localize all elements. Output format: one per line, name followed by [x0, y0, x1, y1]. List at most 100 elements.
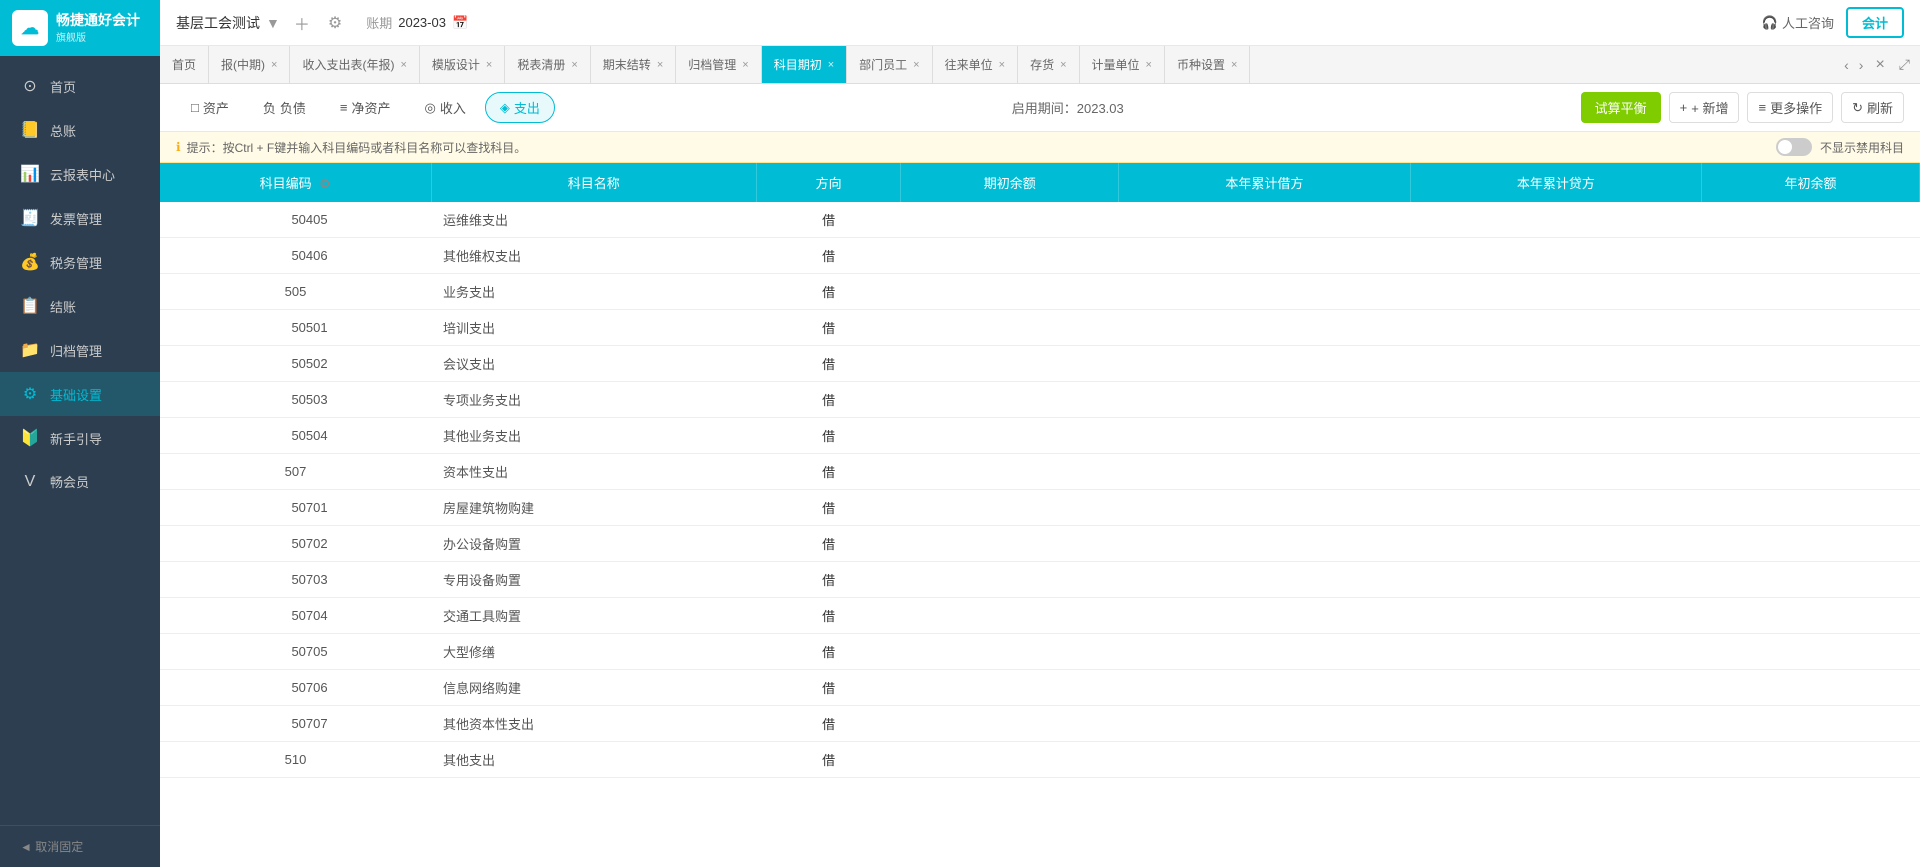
tab-currency-close[interactable]: ×: [1231, 59, 1237, 71]
more-btn[interactable]: ≡ 更多操作: [1747, 92, 1833, 123]
refresh-icon: ↻: [1852, 100, 1863, 116]
table-row[interactable]: 50702办公设备购置借: [160, 526, 1920, 562]
tab-period-end[interactable]: 期末结转 ×: [591, 46, 676, 84]
sidebar-item-home[interactable]: ⊙ 首页: [0, 64, 160, 108]
tab-interim[interactable]: 报(中期) ×: [209, 46, 290, 84]
table-row[interactable]: 505业务支出借: [160, 274, 1920, 310]
tab-interim-close[interactable]: ×: [271, 59, 277, 71]
calendar-icon[interactable]: 📅: [452, 15, 468, 31]
tab-supplier[interactable]: 往来单位 ×: [933, 46, 1018, 84]
add-company-btn[interactable]: ＋: [290, 7, 314, 39]
sidebar-item-archive[interactable]: 📁 归档管理: [0, 328, 160, 372]
table-row[interactable]: 50406其他维权支出借: [160, 238, 1920, 274]
subtab-asset-label: 资产: [203, 98, 229, 117]
tab-unit-close[interactable]: ×: [1146, 59, 1152, 71]
table-row[interactable]: 507资本性支出借: [160, 454, 1920, 490]
table-row[interactable]: 50705大型修缮借: [160, 634, 1920, 670]
col-name: 科目名称: [431, 163, 756, 202]
table-row[interactable]: 50405运维维支出借: [160, 202, 1920, 238]
table-row[interactable]: 50504其他业务支出借: [160, 418, 1920, 454]
tab-next-btn[interactable]: ›: [1855, 55, 1868, 75]
tab-unit-label: 计量单位: [1092, 56, 1140, 73]
subtab-income-label: 收入: [440, 98, 466, 117]
sidebar-item-settings[interactable]: ⚙ 基础设置: [0, 372, 160, 416]
tab-taxform[interactable]: 税表清册 ×: [505, 46, 590, 84]
collapse-label: ◄ 取消固定: [20, 838, 83, 855]
tab-inventory[interactable]: 存货 ×: [1018, 46, 1079, 84]
home-icon: ⊙: [20, 76, 40, 96]
tab-subject-init-close[interactable]: ×: [828, 59, 834, 71]
table-row[interactable]: 50502会议支出借: [160, 346, 1920, 382]
col-ytd-debit: 本年累计借方: [1119, 163, 1410, 202]
hint-bar: ℹ 提示：按Ctrl + F键并输入科目编码或者科目名称可以查找科目。 不显示禁…: [160, 132, 1920, 163]
tab-taxform-close[interactable]: ×: [571, 59, 577, 71]
table-row[interactable]: 50704交通工具购置借: [160, 598, 1920, 634]
tab-dept-close[interactable]: ×: [913, 59, 919, 71]
main-area: 基层工会测试 ▼ ＋ ⚙ 账期 2023-03 📅 🎧 人工咨询 会计 首页 报…: [160, 0, 1920, 867]
company-settings-icon[interactable]: ⚙: [324, 9, 346, 37]
table-row[interactable]: 50501培训支出借: [160, 310, 1920, 346]
table-row[interactable]: 50706信息网络购建借: [160, 670, 1920, 706]
subtab-liability[interactable]: 负 负债: [248, 92, 321, 123]
sidebar: ☁ 畅捷通好会计 旗舰版 ⊙ 首页 📒 总账 📊 云报表中心 🧾 发票管理 💰 …: [0, 0, 160, 867]
tab-period-end-label: 期末结转: [603, 56, 651, 73]
sidebar-item-member[interactable]: V 畅会员: [0, 460, 160, 503]
tab-template-close[interactable]: ×: [486, 59, 492, 71]
tab-archive-close[interactable]: ×: [742, 59, 748, 71]
tab-prev-btn[interactable]: ‹: [1840, 55, 1853, 75]
sidebar-item-tax[interactable]: 💰 税务管理: [0, 240, 160, 284]
tab-inventory-close[interactable]: ×: [1060, 59, 1066, 71]
tab-currency[interactable]: 币种设置 ×: [1165, 46, 1250, 84]
subtab-asset[interactable]: □ 资产: [176, 92, 244, 123]
tab-expand-btn[interactable]: ⤢: [1893, 54, 1916, 75]
tab-income-close[interactable]: ×: [400, 59, 406, 71]
subtab-income[interactable]: ◎ 收入: [410, 92, 481, 123]
company-selector[interactable]: 基层工会测试 ▼: [176, 13, 280, 33]
sidebar-label-home: 首页: [50, 77, 76, 96]
tab-supplier-close[interactable]: ×: [999, 59, 1005, 71]
tab-dept[interactable]: 部门员工 ×: [847, 46, 932, 84]
sidebar-item-guide[interactable]: 🔰 新手引导: [0, 416, 160, 460]
disabled-toggle[interactable]: [1776, 138, 1812, 156]
balance-btn[interactable]: 试算平衡: [1581, 92, 1661, 123]
sidebar-item-invoice[interactable]: 🧾 发票管理: [0, 196, 160, 240]
table-row[interactable]: 50701房屋建筑物购建借: [160, 490, 1920, 526]
tax-icon: 💰: [20, 252, 40, 272]
tabbar: 首页 报(中期) × 收入支出表(年报) × 模版设计 × 税表清册 × 期末结…: [160, 46, 1920, 84]
table-row[interactable]: 510其他支出借: [160, 742, 1920, 778]
tab-subject-init[interactable]: 科目期初 ×: [762, 46, 847, 84]
col-opening: 期初余额: [901, 163, 1119, 202]
period-display-label: 启用期间：2023.03: [1012, 98, 1124, 117]
tab-period-end-close[interactable]: ×: [657, 59, 663, 71]
sidebar-item-ledger[interactable]: 📒 总账: [0, 108, 160, 152]
tab-currency-label: 币种设置: [1177, 56, 1225, 73]
table-row[interactable]: 50703专用设备购置借: [160, 562, 1920, 598]
tab-archive[interactable]: 归档管理 ×: [676, 46, 761, 84]
tab-close-all-btn[interactable]: ×: [1869, 54, 1890, 76]
cloud-icon: ☁: [21, 18, 39, 39]
tab-supplier-label: 往来单位: [945, 56, 993, 73]
tab-income[interactable]: 收入支出表(年报) ×: [290, 46, 419, 84]
refresh-btn[interactable]: ↻ 刷新: [1841, 92, 1904, 123]
subtab-expense[interactable]: ◈ 支出: [485, 92, 555, 123]
sidebar-label-tax: 税务管理: [50, 253, 102, 272]
table-row[interactable]: 50707其他资本性支出借: [160, 706, 1920, 742]
col-settings-icon[interactable]: ⚙: [319, 176, 331, 191]
sidebar-item-reports[interactable]: 📊 云报表中心: [0, 152, 160, 196]
user-role-btn[interactable]: 会计: [1846, 7, 1904, 38]
tab-template[interactable]: 模版设计 ×: [420, 46, 505, 84]
tab-unit[interactable]: 计量单位 ×: [1080, 46, 1165, 84]
sidebar-collapse-btn[interactable]: ◄ 取消固定: [0, 825, 160, 867]
table-row[interactable]: 50503专项业务支出借: [160, 382, 1920, 418]
member-icon: V: [20, 473, 40, 491]
col-code: 科目编码 ⚙: [160, 163, 431, 202]
sidebar-label-guide: 新手引导: [50, 429, 102, 448]
sidebar-item-settle[interactable]: 📋 结账: [0, 284, 160, 328]
add-btn[interactable]: + + 新增: [1669, 92, 1740, 123]
subtab-equity[interactable]: ≡ 净资产: [325, 92, 406, 123]
table-wrapper: 科目编码 ⚙ 科目名称 方向 期初余额 本年累计借方 本年累计贷方 年初余额 5…: [160, 163, 1920, 867]
support-btn[interactable]: 🎧 人工咨询: [1762, 13, 1834, 32]
support-label: 人工咨询: [1782, 13, 1834, 32]
refresh-btn-label: 刷新: [1867, 98, 1893, 117]
tab-home[interactable]: 首页: [160, 46, 209, 84]
